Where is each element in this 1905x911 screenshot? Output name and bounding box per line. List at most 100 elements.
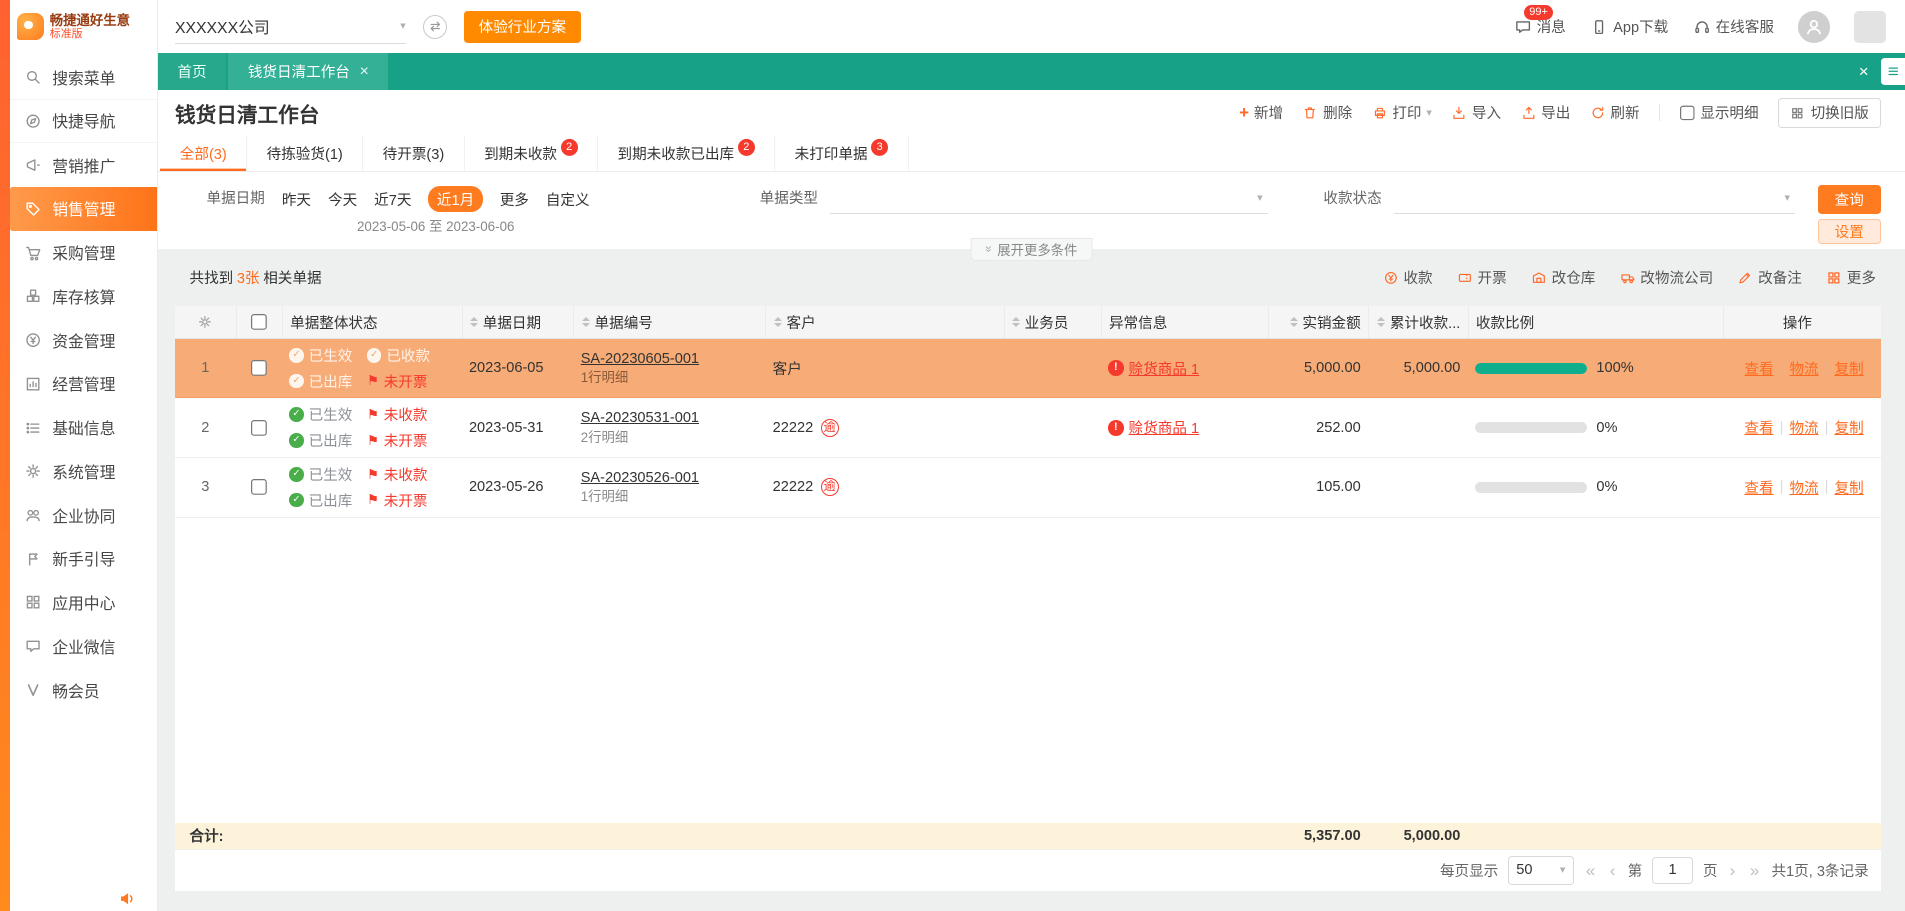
sidebar-item-sales[interactable]: 销售管理: [10, 187, 157, 231]
exception-link[interactable]: 赊货商品 1: [1129, 417, 1199, 438]
sidebar-item-funds[interactable]: 资金管理: [0, 318, 157, 362]
tab-workbench[interactable]: 钱货日清工作台 ×: [228, 53, 388, 89]
col-salesman[interactable]: 业务员: [1004, 306, 1101, 338]
exception-link[interactable]: 赊货商品 1: [1129, 358, 1199, 379]
doc-number-link[interactable]: SA-20230531-001: [581, 408, 699, 428]
col-doc-no[interactable]: 单据编号: [573, 306, 765, 338]
next-page-icon[interactable]: ›: [1727, 862, 1738, 879]
col-collected[interactable]: 累计收款...: [1368, 306, 1468, 338]
invoice-button[interactable]: 开票: [1457, 267, 1507, 288]
sidebar-item-member[interactable]: 畅会员: [0, 668, 157, 712]
copy-link[interactable]: 复制: [1835, 477, 1864, 498]
date-option-today[interactable]: 今天: [328, 189, 357, 210]
doc-date: 2023-05-26: [469, 479, 544, 495]
user-menu-button[interactable]: [1854, 11, 1886, 43]
filter-tab-overdue[interactable]: 到期未收款 2: [465, 136, 598, 171]
doc-number-link[interactable]: SA-20230526-001: [581, 468, 699, 488]
table-row[interactable]: 3 ✓已生效 ⚑未收款 ✓已出库 ⚑未开票 2023-05-26 SA-2023…: [175, 458, 1881, 518]
sidebar-item-basic-info[interactable]: 基础信息: [0, 406, 157, 450]
row-checkbox[interactable]: [251, 479, 267, 495]
show-detail-checkbox[interactable]: [1680, 105, 1696, 121]
more-actions-button[interactable]: 更多: [1826, 267, 1876, 288]
sidebar-item-marketing[interactable]: 营销推广: [0, 143, 157, 187]
show-detail-toggle[interactable]: 显示明细: [1680, 102, 1759, 123]
prev-page-icon[interactable]: ‹: [1607, 862, 1618, 879]
logistics-link[interactable]: 物流: [1789, 477, 1818, 498]
change-warehouse-button[interactable]: 改仓库: [1531, 267, 1595, 288]
table-row[interactable]: 2 ✓已生效 ⚑未收款 ✓已出库 ⚑未开票 2023-05-31 SA-2023…: [175, 398, 1881, 458]
change-remark-button[interactable]: 改备注: [1737, 267, 1801, 288]
view-link[interactable]: 查看: [1744, 358, 1773, 379]
copy-link[interactable]: 复制: [1835, 417, 1864, 438]
sidebar-item-app-center[interactable]: 应用中心: [0, 581, 157, 625]
sidebar-item-guide[interactable]: 新手引导: [0, 537, 157, 581]
change-logistics-button[interactable]: 改物流公司: [1620, 267, 1714, 288]
col-date[interactable]: 单据日期: [462, 306, 574, 338]
col-customer[interactable]: 客户: [765, 306, 1003, 338]
refresh-button[interactable]: 刷新: [1590, 102, 1640, 123]
sidebar-item-quick-nav[interactable]: 快捷导航: [0, 100, 157, 144]
tabbar-close-icon[interactable]: ×: [1847, 62, 1881, 82]
delete-button[interactable]: 删除: [1302, 102, 1352, 123]
search-button[interactable]: 查询: [1818, 185, 1881, 214]
sidebar-item-system[interactable]: 系统管理: [0, 449, 157, 493]
row-checkbox[interactable]: [251, 420, 267, 436]
sidebar-item-purchase[interactable]: 采购管理: [0, 231, 157, 275]
date-option-7days[interactable]: 近7天: [374, 189, 411, 210]
sort-icon: [1377, 317, 1385, 327]
sidebar-item-wecom[interactable]: 企业微信: [0, 624, 157, 668]
sidebar-item-search-menu[interactable]: 搜索菜单: [0, 56, 157, 100]
sidebar-item-operations[interactable]: 经营管理: [0, 362, 157, 406]
trial-solution-button[interactable]: 体验行业方案: [464, 11, 581, 43]
invoice-label: 开票: [1478, 267, 1507, 288]
filter-tab-all[interactable]: 全部(3): [160, 136, 247, 171]
company-select[interactable]: XXXXXX公司 ▾: [175, 10, 406, 44]
doc-number-link[interactable]: SA-20230605-001: [581, 349, 699, 369]
row-checkbox[interactable]: [251, 360, 267, 376]
tab-close-icon[interactable]: ×: [360, 63, 369, 81]
select-all-checkbox[interactable]: [251, 314, 267, 330]
filter-tab-unprinted[interactable]: 未打印单据 3: [775, 136, 908, 171]
doc-type-select[interactable]: ▾: [830, 185, 1267, 214]
online-service-button[interactable]: 在线客服: [1693, 16, 1774, 37]
org-switch-icon[interactable]: [423, 15, 447, 39]
filter-tab-to-pick[interactable]: 待拣验货(1): [247, 136, 363, 171]
per-page-select[interactable]: 50 ▾: [1508, 856, 1574, 885]
import-button[interactable]: 导入: [1451, 102, 1501, 123]
collect-payment-button[interactable]: 收款: [1383, 267, 1433, 288]
date-option-custom[interactable]: 自定义: [546, 189, 590, 210]
view-link[interactable]: 查看: [1744, 417, 1773, 438]
tab-workbench-label: 钱货日清工作台: [248, 61, 350, 82]
expand-more-button[interactable]: » 展开更多条件: [970, 238, 1093, 261]
add-button[interactable]: + 新增: [1239, 102, 1283, 123]
tab-home[interactable]: 首页: [158, 53, 226, 89]
view-link[interactable]: 查看: [1744, 477, 1773, 498]
tab-list-icon[interactable]: [1881, 58, 1905, 85]
messages-button[interactable]: 99+ 消息: [1514, 16, 1566, 37]
sidebar-item-collaboration[interactable]: 企业协同: [0, 493, 157, 537]
logistics-link[interactable]: 物流: [1789, 358, 1818, 379]
filter-tab-to-invoice[interactable]: 待开票(3): [363, 136, 464, 171]
sidebar-item-inventory[interactable]: 库存核算: [0, 275, 157, 319]
column-settings-gear-icon[interactable]: [197, 314, 213, 330]
date-option-1month[interactable]: 近1月: [428, 186, 482, 212]
pay-status-select[interactable]: ▾: [1394, 185, 1795, 214]
app-download-button[interactable]: App下载: [1590, 16, 1668, 37]
user-avatar[interactable]: [1798, 11, 1830, 43]
date-option-yesterday[interactable]: 昨天: [282, 189, 311, 210]
print-button[interactable]: 打印 ▾: [1372, 102, 1432, 123]
filter-tab-overdue-shipped[interactable]: 到期未收款已出库 2: [598, 136, 775, 171]
collected-amount: 5,000.00: [1404, 360, 1461, 376]
col-amount[interactable]: 实销金额: [1268, 306, 1368, 338]
settings-button[interactable]: 设置: [1818, 219, 1881, 245]
first-page-icon[interactable]: «: [1583, 862, 1597, 879]
last-page-icon[interactable]: »: [1747, 862, 1761, 879]
logistics-link[interactable]: 物流: [1789, 417, 1818, 438]
date-option-more[interactable]: 更多: [500, 189, 529, 210]
page-input[interactable]: [1652, 857, 1693, 884]
export-button[interactable]: 导出: [1521, 102, 1571, 123]
announcement-icon[interactable]: [118, 889, 137, 908]
copy-link[interactable]: 复制: [1835, 358, 1864, 379]
table-row[interactable]: 1 ✓已生效 ✓已收款 ✓已出库 ⚑未开票 2023-06-05 SA-2023…: [175, 339, 1881, 399]
switch-old-version-button[interactable]: 切换旧版: [1778, 98, 1881, 127]
